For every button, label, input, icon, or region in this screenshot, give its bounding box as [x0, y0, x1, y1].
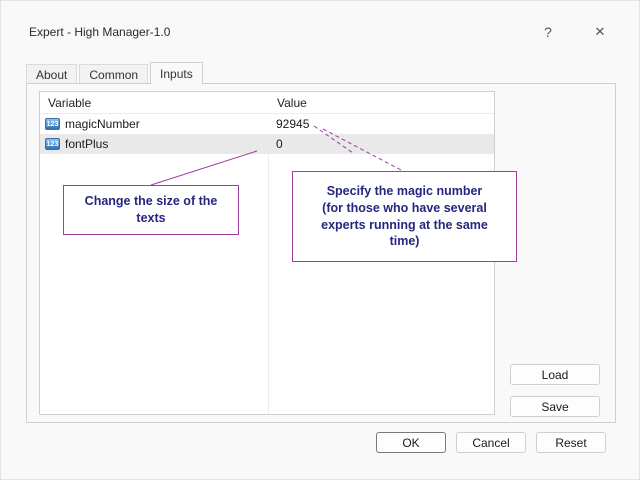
annotation-font-size: Change the size of the texts: [63, 185, 239, 235]
numeric-input-icon: 123: [45, 118, 60, 130]
numeric-input-icon: 123: [45, 138, 60, 150]
tab-inputs[interactable]: Inputs: [150, 62, 203, 84]
variable-name: magicNumber: [65, 117, 140, 131]
ok-button[interactable]: OK: [376, 432, 446, 453]
help-button[interactable]: ?: [531, 19, 565, 45]
annotation-magic-number: Specify the magic number (for those who …: [292, 171, 517, 262]
table-row-fontplus[interactable]: 123 fontPlus 0: [40, 134, 494, 154]
table-header: Variable Value: [40, 92, 494, 114]
reset-button-label: Reset: [555, 435, 587, 450]
close-icon: ✕: [594, 24, 606, 39]
load-button[interactable]: Load: [510, 364, 600, 385]
cancel-button[interactable]: Cancel: [456, 432, 526, 453]
tab-about[interactable]: About: [26, 64, 78, 84]
column-header-variable: Variable: [48, 96, 92, 110]
variable-cell: 123 fontPlus: [40, 137, 268, 151]
tab-about-label: About: [36, 67, 68, 82]
help-icon: ?: [544, 24, 552, 40]
value-cell[interactable]: 92945: [268, 117, 309, 131]
reset-button[interactable]: Reset: [536, 432, 606, 453]
window-title: Expert - High Manager-1.0: [29, 25, 171, 39]
save-button[interactable]: Save: [510, 396, 600, 417]
save-button-label: Save: [541, 399, 569, 414]
tab-common-label: Common: [89, 67, 139, 82]
tab-bar: About Common Inputs: [26, 62, 205, 84]
table-row-magicnumber[interactable]: 123 magicNumber 92945: [40, 114, 494, 134]
ok-button-label: OK: [402, 435, 420, 450]
expert-inputs-dialog: Expert - High Manager-1.0 ? ✕ About Comm…: [0, 0, 640, 480]
cancel-button-label: Cancel: [472, 435, 510, 450]
title-bar: Expert - High Manager-1.0 ? ✕: [1, 1, 639, 51]
variable-name: fontPlus: [65, 137, 109, 151]
value-cell[interactable]: 0: [268, 137, 283, 151]
tab-common[interactable]: Common: [79, 64, 149, 84]
column-header-value: Value: [277, 96, 307, 110]
close-button[interactable]: ✕: [583, 19, 617, 45]
variable-cell: 123 magicNumber: [40, 117, 268, 131]
tab-inputs-label: Inputs: [160, 66, 193, 81]
load-button-label: Load: [541, 367, 569, 382]
